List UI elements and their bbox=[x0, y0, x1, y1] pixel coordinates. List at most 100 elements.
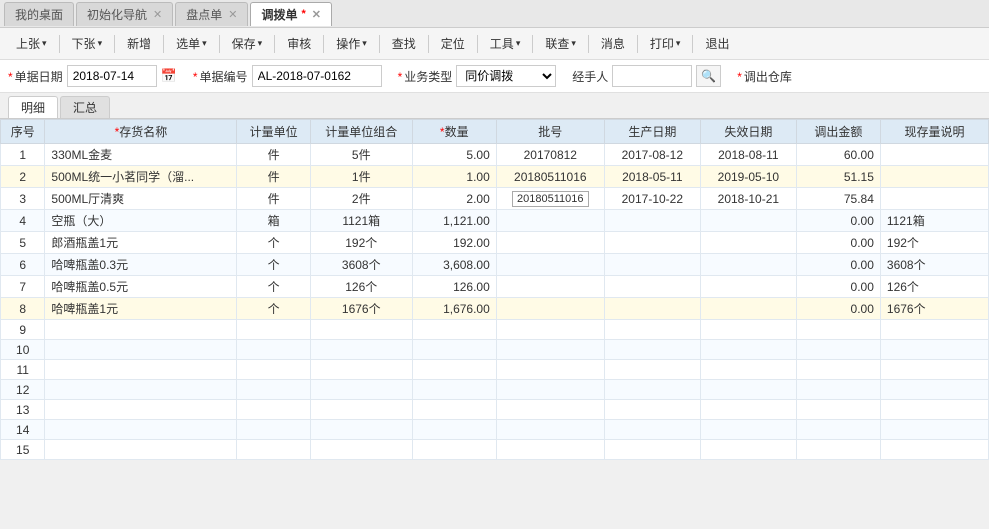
table-row-empty: 14 bbox=[1, 420, 989, 440]
stock-desc-cell bbox=[880, 144, 988, 166]
qty-cell: 192.00 bbox=[412, 232, 496, 254]
toolbar-message-btn[interactable]: 消息 bbox=[593, 33, 633, 54]
toolbar-sep-11 bbox=[588, 35, 589, 53]
prod-date-cell bbox=[604, 420, 700, 440]
seq-cell: 7 bbox=[1, 276, 45, 298]
adj-amt-cell bbox=[796, 440, 880, 460]
seq-cell: 10 bbox=[1, 340, 45, 360]
tab-summary[interactable]: 汇总 bbox=[60, 96, 110, 118]
exp-date-cell bbox=[700, 360, 796, 380]
adj-amt-cell: 60.00 bbox=[796, 144, 880, 166]
qty-cell bbox=[412, 380, 496, 400]
col-adj-amt: 调出金额 bbox=[796, 120, 880, 144]
unit-combo-cell bbox=[310, 360, 412, 380]
toolbar-audit-btn[interactable]: 审核 bbox=[279, 33, 319, 54]
table-row[interactable]: 3 500ML厅清爽 件 2件 2.00 20180511016 2017-10… bbox=[1, 188, 989, 210]
tab-close-init-nav[interactable]: ✕ bbox=[153, 8, 162, 21]
tab-init-nav[interactable]: 初始化导航 ✕ bbox=[76, 2, 173, 26]
seq-cell: 13 bbox=[1, 400, 45, 420]
name-cell: 郎酒瓶盖1元 bbox=[45, 232, 237, 254]
unit-cell bbox=[237, 320, 310, 340]
stock-desc-cell: 3608个 bbox=[880, 254, 988, 276]
biztype-select[interactable]: 同价调拨 异价调拨 bbox=[456, 65, 556, 87]
exp-date-cell bbox=[700, 420, 796, 440]
batch-cell bbox=[496, 340, 604, 360]
table-row[interactable]: 5 郎酒瓶盖1元 个 192个 192.00 0.00 192个 bbox=[1, 232, 989, 254]
handler-input[interactable] bbox=[612, 65, 692, 87]
col-exp-date: 失效日期 bbox=[700, 120, 796, 144]
unit-cell bbox=[237, 340, 310, 360]
docno-label: 单据编号 bbox=[193, 68, 248, 85]
unit-cell: 件 bbox=[237, 166, 310, 188]
stock-desc-cell bbox=[880, 340, 988, 360]
tab-desktop[interactable]: 我的桌面 bbox=[4, 2, 74, 26]
seq-cell: 3 bbox=[1, 188, 45, 210]
tab-close-inventory[interactable]: ✕ bbox=[228, 8, 237, 21]
toolbar-new-btn[interactable]: 新增 bbox=[119, 33, 159, 54]
chevron-down-icon: ▾ bbox=[676, 38, 681, 49]
prod-date-cell bbox=[604, 400, 700, 420]
calendar-icon[interactable]: 📅 bbox=[161, 68, 177, 84]
stock-desc-cell bbox=[880, 440, 988, 460]
chevron-down-icon: ▾ bbox=[571, 38, 576, 49]
toolbar-operate-btn[interactable]: 操作 ▾ bbox=[328, 33, 375, 54]
table-container: 序号 *存货名称 计量单位 计量单位组合 *数量 批号 生产日期 失效日期 调出… bbox=[0, 119, 989, 460]
unit-combo-cell: 192个 bbox=[310, 232, 412, 254]
chevron-down-icon: ▾ bbox=[362, 38, 367, 49]
table-row[interactable]: 8 哈啤瓶盖1元 个 1676个 1,676.00 0.00 1676个 bbox=[1, 298, 989, 320]
tab-inventory[interactable]: 盘点单 ✕ bbox=[175, 2, 248, 26]
name-cell: 500ML厅清爽 bbox=[45, 188, 237, 210]
toolbar-sep-7 bbox=[379, 35, 380, 53]
docno-field: 单据编号 bbox=[193, 65, 382, 87]
name-cell bbox=[45, 440, 237, 460]
table-row-empty: 13 bbox=[1, 400, 989, 420]
adj-amt-cell bbox=[796, 360, 880, 380]
stock-desc-cell bbox=[880, 360, 988, 380]
toolbar-print-btn[interactable]: 打印 ▾ bbox=[642, 33, 689, 54]
toolbar-select-btn[interactable]: 选单 ▾ bbox=[168, 33, 215, 54]
toolbar-link-btn[interactable]: 联查 ▾ bbox=[537, 33, 584, 54]
exp-date-cell bbox=[700, 440, 796, 460]
toolbar-search-btn[interactable]: 查找 bbox=[384, 33, 424, 54]
seq-cell: 8 bbox=[1, 298, 45, 320]
exp-date-cell: 2019-05-10 bbox=[700, 166, 796, 188]
toolbar-exit-btn[interactable]: 退出 bbox=[697, 33, 737, 54]
name-cell: 哈啤瓶盖1元 bbox=[45, 298, 237, 320]
batch-cell bbox=[496, 440, 604, 460]
table-row[interactable]: 4 空瓶（大） 箱 1121箱 1,121.00 0.00 1121箱 bbox=[1, 210, 989, 232]
unit-cell: 个 bbox=[237, 298, 310, 320]
toolbar-tools-btn[interactable]: 工具 ▾ bbox=[482, 33, 529, 54]
handler-field: 经手人 🔍 bbox=[572, 65, 721, 87]
docno-input[interactable] bbox=[252, 65, 382, 87]
exp-date-cell bbox=[700, 232, 796, 254]
toolbar-down-btn[interactable]: 下张 ▾ bbox=[64, 33, 111, 54]
prod-date-cell bbox=[604, 254, 700, 276]
exp-date-cell bbox=[700, 400, 796, 420]
batch-cell bbox=[496, 400, 604, 420]
tab-adjust[interactable]: 调拨单 * ✕ bbox=[250, 2, 332, 26]
toolbar-sep-4 bbox=[219, 35, 220, 53]
table-row[interactable]: 6 哈啤瓶盖0.3元 个 3608个 3,608.00 0.00 3608个 bbox=[1, 254, 989, 276]
tab-detail[interactable]: 明细 bbox=[8, 96, 58, 118]
tab-close-adjust[interactable]: ✕ bbox=[312, 8, 321, 21]
qty-cell bbox=[412, 320, 496, 340]
prod-date-cell: 2017-10-22 bbox=[604, 188, 700, 210]
date-input[interactable] bbox=[67, 65, 157, 87]
toolbar-save-btn[interactable]: 保存 ▾ bbox=[224, 33, 271, 54]
handler-search-btn[interactable]: 🔍 bbox=[696, 65, 721, 87]
chevron-down-icon: ▾ bbox=[516, 38, 521, 49]
seq-cell: 6 bbox=[1, 254, 45, 276]
batch-cell bbox=[496, 320, 604, 340]
table-row[interactable]: 7 哈啤瓶盖0.5元 个 126个 126.00 0.00 126个 bbox=[1, 276, 989, 298]
qty-cell: 1.00 bbox=[412, 166, 496, 188]
name-cell bbox=[45, 420, 237, 440]
toolbar-locate-btn[interactable]: 定位 bbox=[433, 33, 473, 54]
table-row[interactable]: 1 330ML金麦 件 5件 5.00 20170812 2017-08-12 … bbox=[1, 144, 989, 166]
toolbar-sep-5 bbox=[274, 35, 275, 53]
toolbar-up-btn[interactable]: 上张 ▾ bbox=[8, 33, 55, 54]
adj-amt-cell bbox=[796, 320, 880, 340]
table-row[interactable]: 2 500ML统一小茗同学（溜... 件 1件 1.00 20180511016… bbox=[1, 166, 989, 188]
toolbar-sep-1 bbox=[59, 35, 60, 53]
qty-cell: 1,121.00 bbox=[412, 210, 496, 232]
batch-cell bbox=[496, 254, 604, 276]
